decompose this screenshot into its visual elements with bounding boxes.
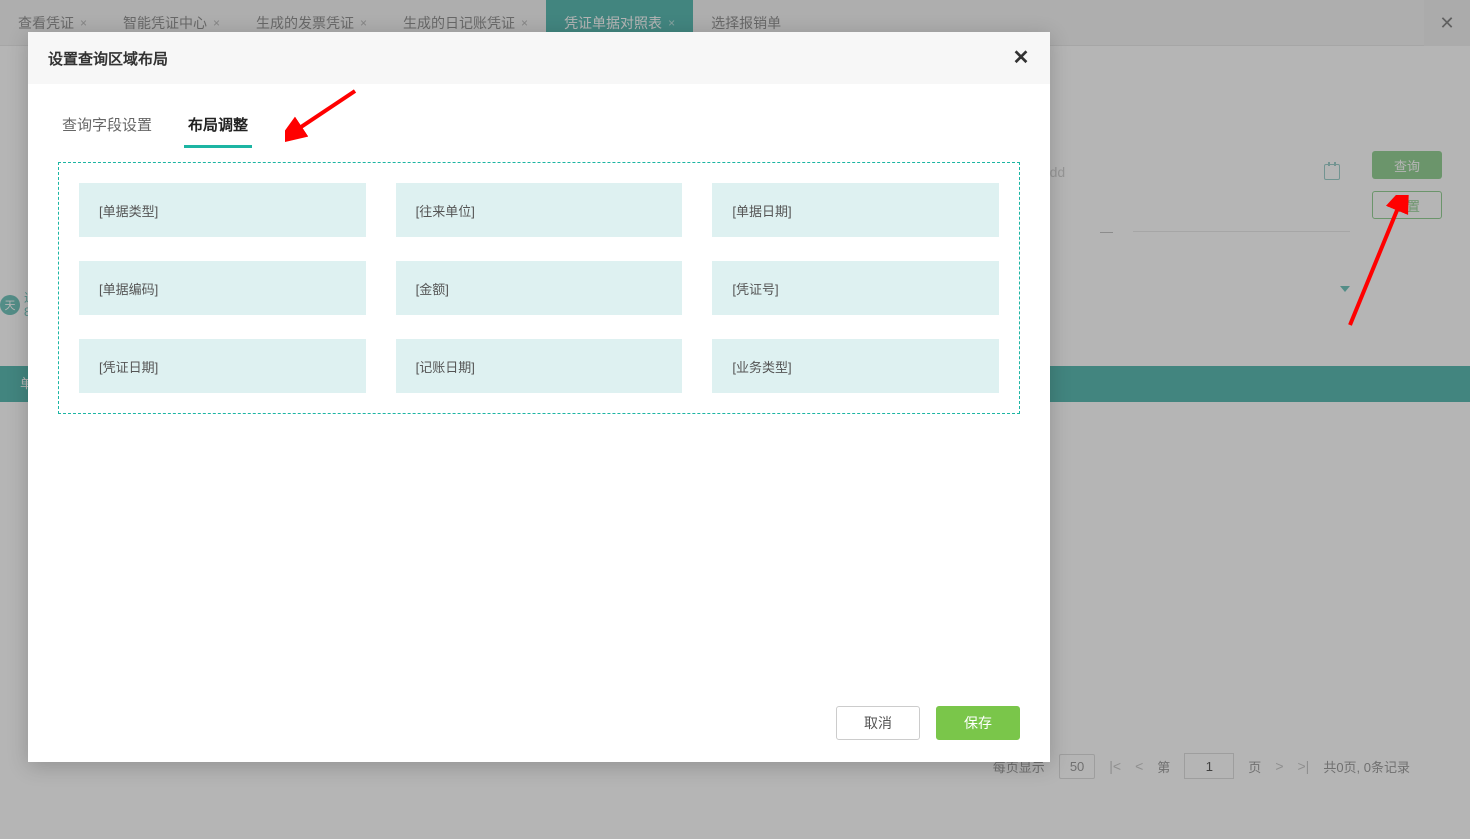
layout-tile[interactable]: [单据编码] [79, 261, 366, 315]
layout-tile[interactable]: [单据日期] [712, 183, 999, 237]
layout-tile[interactable]: [往来单位] [396, 183, 683, 237]
tile-label: [凭证号] [732, 279, 778, 298]
modal-tab-fields[interactable]: 查询字段设置 [58, 104, 156, 148]
save-button[interactable]: 保存 [936, 706, 1020, 740]
tile-label: [金额] [416, 279, 449, 298]
layout-grid: [单据类型] [往来单位] [单据日期] [单据编码] [金额] [凭证号] [… [79, 183, 999, 393]
layout-tile[interactable]: [凭证日期] [79, 339, 366, 393]
save-button-label: 保存 [964, 713, 992, 733]
cancel-button-label: 取消 [864, 713, 892, 733]
layout-tile[interactable]: [业务类型] [712, 339, 999, 393]
layout-tile[interactable]: [单据类型] [79, 183, 366, 237]
layout-settings-modal: 设置查询区域布局 ✕ 查询字段设置 布局调整 [单据类型] [往来单位] [单据… [28, 32, 1050, 762]
tile-label: [往来单位] [416, 201, 475, 220]
tile-label: [业务类型] [732, 357, 791, 376]
modal-close-button[interactable]: ✕ [1006, 42, 1036, 72]
tile-label: [记账日期] [416, 357, 475, 376]
cancel-button[interactable]: 取消 [836, 706, 920, 740]
modal-tab-layout[interactable]: 布局调整 [184, 104, 252, 148]
layout-tile[interactable]: [记账日期] [396, 339, 683, 393]
modal-footer: 取消 保存 [28, 688, 1050, 762]
modal-title: 设置查询区域布局 [48, 48, 168, 69]
modal-tab-label: 布局调整 [188, 117, 248, 134]
tile-label: [单据编码] [99, 279, 158, 298]
layout-drop-area[interactable]: [单据类型] [往来单位] [单据日期] [单据编码] [金额] [凭证号] [… [58, 162, 1020, 414]
modal-header: 设置查询区域布局 ✕ [28, 32, 1050, 84]
tile-label: [单据日期] [732, 201, 791, 220]
tile-label: [单据类型] [99, 201, 158, 220]
modal-tab-label: 查询字段设置 [62, 117, 152, 134]
layout-tile[interactable]: [凭证号] [712, 261, 999, 315]
layout-tile[interactable]: [金额] [396, 261, 683, 315]
tile-label: [凭证日期] [99, 357, 158, 376]
close-icon: ✕ [1013, 45, 1030, 70]
modal-tabs: 查询字段设置 布局调整 [28, 84, 1050, 148]
